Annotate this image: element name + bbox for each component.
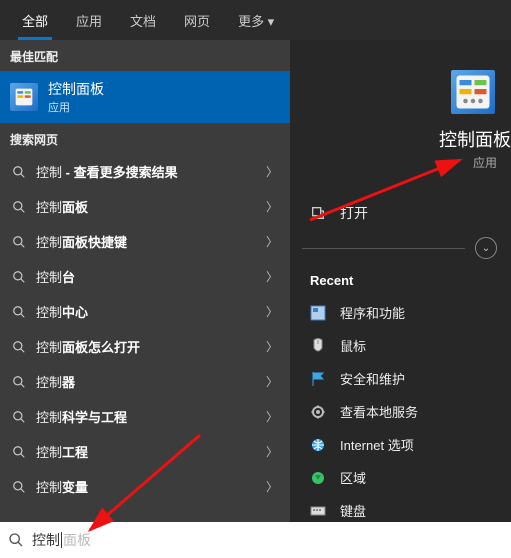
web-result-label: 控制中心 xyxy=(36,302,88,321)
keyboard-icon xyxy=(310,503,326,519)
web-result-7[interactable]: 控制科学与工程 〉 xyxy=(0,399,290,434)
web-result-0[interactable]: 控制 - 查看更多搜索结果 〉 xyxy=(0,154,290,189)
programs-icon xyxy=(310,305,326,321)
web-result-6[interactable]: 控制器 〉 xyxy=(0,364,290,399)
chevron-right-icon: 〉 xyxy=(266,338,278,355)
search-icon xyxy=(12,270,26,284)
recent-label: 安全和维护 xyxy=(340,369,405,388)
recent-item-1[interactable]: 鼠标 xyxy=(290,329,511,362)
best-match-item[interactable]: 控制面板 应用 xyxy=(0,71,290,123)
control-panel-icon xyxy=(10,83,38,111)
chevron-right-icon: 〉 xyxy=(266,268,278,285)
chevron-right-icon: 〉 xyxy=(266,233,278,250)
recent-item-2[interactable]: 安全和维护 xyxy=(290,362,511,395)
search-bar[interactable]: 控制面板 xyxy=(0,522,511,558)
search-icon xyxy=(12,375,26,389)
best-match-title: 控制面板 xyxy=(48,79,104,99)
search-icon xyxy=(12,410,26,424)
recent-label: 鼠标 xyxy=(340,336,366,355)
web-result-8[interactable]: 控制工程 〉 xyxy=(0,434,290,469)
search-typed: 控制 xyxy=(32,530,60,550)
chevron-right-icon: 〉 xyxy=(266,198,278,215)
tabs-bar: 全部应用文档网页更多 ▾ xyxy=(0,0,511,40)
search-icon xyxy=(12,305,26,319)
app-sub: 应用 xyxy=(473,154,511,171)
web-result-label: 控制面板快捷键 xyxy=(36,232,127,251)
recent-label: 查看本地服务 xyxy=(340,402,418,421)
search-icon xyxy=(12,200,26,214)
recent-header: Recent xyxy=(290,259,511,296)
internet-icon xyxy=(310,437,326,453)
open-icon xyxy=(310,205,326,221)
recent-item-0[interactable]: 程序和功能 xyxy=(290,296,511,329)
tab-1[interactable]: 应用 xyxy=(62,3,116,38)
search-icon xyxy=(8,532,24,548)
chevron-right-icon: 〉 xyxy=(266,373,278,390)
search-icon xyxy=(12,165,26,179)
chevron-right-icon: 〉 xyxy=(266,443,278,460)
search-input[interactable]: 控制面板 xyxy=(32,530,91,550)
region-icon xyxy=(310,470,326,486)
tab-3[interactable]: 网页 xyxy=(170,3,224,38)
detail-panel: 控制面板 应用 打开 ⌄ Recent 程序和功能鼠标安全和维护查看本地服务 In… xyxy=(290,40,511,558)
recent-label: 区域 xyxy=(340,468,366,487)
chevron-right-icon: 〉 xyxy=(266,478,278,495)
chevron-right-icon: 〉 xyxy=(266,163,278,180)
mouse-icon xyxy=(310,338,326,354)
tab-2[interactable]: 文档 xyxy=(116,3,170,38)
web-result-1[interactable]: 控制面板 〉 xyxy=(0,189,290,224)
tab-4[interactable]: 更多 ▾ xyxy=(224,3,288,38)
recent-item-3[interactable]: 查看本地服务 xyxy=(290,395,511,428)
web-result-label: 控制面板怎么打开 xyxy=(36,337,140,356)
web-result-label: 控制工程 xyxy=(36,442,88,461)
best-match-header: 最佳匹配 xyxy=(0,40,290,71)
open-button[interactable]: 打开 xyxy=(290,189,511,237)
web-result-label: 控制器 xyxy=(36,372,75,391)
chevron-right-icon: 〉 xyxy=(266,408,278,425)
web-result-4[interactable]: 控制中心 〉 xyxy=(0,294,290,329)
recent-label: 键盘 xyxy=(340,501,366,520)
web-result-label: 控制科学与工程 xyxy=(36,407,127,426)
web-result-5[interactable]: 控制面板怎么打开 〉 xyxy=(0,329,290,364)
recent-item-4[interactable]: Internet 选项 xyxy=(290,428,511,461)
search-icon xyxy=(12,480,26,494)
chevron-right-icon: 〉 xyxy=(266,303,278,320)
recent-label: Internet 选项 xyxy=(340,435,414,454)
tab-0[interactable]: 全部 xyxy=(8,3,62,38)
web-result-3[interactable]: 控制台 〉 xyxy=(0,259,290,294)
app-large-icon xyxy=(451,70,495,114)
search-icon xyxy=(12,235,26,249)
search-icon xyxy=(12,340,26,354)
results-panel: 最佳匹配 控制面板 应用 搜索网页 控制 - 查看更多搜索结果 〉 控制面板 〉 xyxy=(0,40,290,558)
web-result-label: 控制 - 查看更多搜索结果 xyxy=(36,162,178,181)
web-result-9[interactable]: 控制变量 〉 xyxy=(0,469,290,504)
app-title: 控制面板 xyxy=(439,126,511,152)
recent-label: 程序和功能 xyxy=(340,303,405,322)
web-result-label: 控制台 xyxy=(36,267,75,286)
search-ghost: 面板 xyxy=(63,530,91,550)
flag-icon xyxy=(310,371,326,387)
web-result-label: 控制变量 xyxy=(36,477,88,496)
expand-toggle[interactable]: ⌄ xyxy=(475,237,497,259)
search-icon xyxy=(12,445,26,459)
web-result-2[interactable]: 控制面板快捷键 〉 xyxy=(0,224,290,259)
recent-item-5[interactable]: 区域 xyxy=(290,461,511,494)
services-icon xyxy=(310,404,326,420)
web-header: 搜索网页 xyxy=(0,123,290,154)
open-label: 打开 xyxy=(340,203,368,223)
web-result-label: 控制面板 xyxy=(36,197,88,216)
best-match-sub: 应用 xyxy=(48,99,104,115)
caret xyxy=(61,532,62,548)
divider xyxy=(302,248,465,249)
